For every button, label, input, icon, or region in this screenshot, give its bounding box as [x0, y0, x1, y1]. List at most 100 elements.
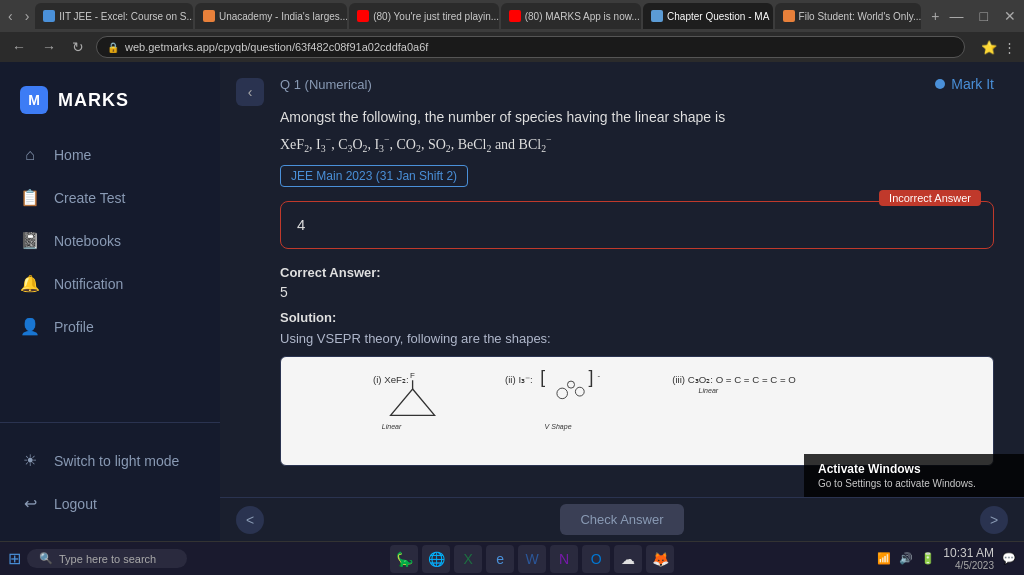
question-header: Q 1 (Numerical) Mark It: [280, 76, 994, 92]
forward-browser-btn[interactable]: ›: [21, 6, 34, 26]
main-content: ‹ Q 1 (Numerical) Mark It Amongst the fo…: [220, 62, 1024, 541]
sidebar-item-logout[interactable]: ↩ Logout: [0, 482, 220, 525]
correct-answer-section: Correct Answer: 5: [280, 265, 994, 300]
minimize-btn[interactable]: —: [946, 8, 968, 24]
battery-icon: 🔋: [921, 552, 935, 565]
tab-favicon-filo: [783, 10, 795, 22]
sidebar-item-notebooks[interactable]: 📓 Notebooks: [0, 219, 220, 262]
sidebar-item-switch-light[interactable]: ☀ Switch to light mode: [0, 439, 220, 482]
taskbar-app-chrome[interactable]: 🌐: [422, 545, 450, 573]
search-icon: 🔍: [39, 552, 53, 565]
solution-diagram: (i) XeF₂: F Linear (ii) I₃⁻: [ ] - V Sha…: [291, 367, 983, 455]
notification-icon: 🔔: [20, 274, 40, 293]
taskbar-app-edge[interactable]: e: [486, 545, 514, 573]
back-browser-btn[interactable]: ‹: [4, 6, 17, 26]
notebooks-icon: 📓: [20, 231, 40, 250]
sidebar-item-notification[interactable]: 🔔 Notification: [0, 262, 220, 305]
answer-box: Incorrect Answer 4: [280, 201, 994, 249]
logo-text: MARKS: [58, 90, 129, 111]
svg-text:Linear: Linear: [699, 387, 719, 394]
taskbar-app-dino[interactable]: 🦕: [390, 545, 418, 573]
sidebar-item-create-test[interactable]: 📋 Create Test: [0, 176, 220, 219]
sidebar-label-profile: Profile: [54, 319, 94, 335]
taskbar-app-onenote[interactable]: N: [550, 545, 578, 573]
tab-label-yt1: (80) You're just tired playin...: [373, 11, 498, 22]
taskbar-search[interactable]: 🔍 Type here to search: [27, 549, 187, 568]
svg-text:-: -: [597, 370, 600, 379]
taskbar-app-excel[interactable]: X: [454, 545, 482, 573]
svg-text:]: ]: [589, 367, 594, 387]
svg-marker-1: [391, 389, 435, 415]
tab-favicon-chapter: [651, 10, 663, 22]
prev-arrow[interactable]: <: [236, 506, 264, 534]
more-tools-icon[interactable]: ⋮: [1003, 40, 1016, 55]
solution-label: Solution:: [280, 310, 994, 325]
forward-nav-btn[interactable]: →: [38, 37, 60, 57]
svg-point-7: [557, 388, 568, 399]
mark-it-label: Mark It: [951, 76, 994, 92]
profile-icon: 👤: [20, 317, 40, 336]
taskbar-app-onedrive[interactable]: ☁: [614, 545, 642, 573]
taskbar-time: 10:31 AM: [943, 546, 994, 560]
next-arrow[interactable]: >: [980, 506, 1008, 534]
tab-unacademy[interactable]: Unacademy - India's larges... ✕: [195, 3, 347, 29]
taskbar: ⊞ 🔍 Type here to search 🦕 🌐 X e W N O ☁ …: [0, 541, 1024, 575]
tab-iit[interactable]: IIT JEE - Excel: Course on S... ✕: [35, 3, 193, 29]
question-number: Q 1 (Numerical): [280, 77, 372, 92]
taskbar-app-firefox[interactable]: 🦊: [646, 545, 674, 573]
tab-label-chapter: Chapter Question - MA: [667, 11, 769, 22]
maximize-btn[interactable]: □: [976, 8, 992, 24]
question-formula: XeF2, I3−, C3O2, I3−, CO2, SO2, BeCl2 an…: [280, 134, 994, 154]
taskbar-search-text: Type here to search: [59, 553, 156, 565]
solution-image: (i) XeF₂: F Linear (ii) I₃⁻: [ ] - V Sha…: [280, 356, 994, 466]
sidebar-label-home: Home: [54, 147, 91, 163]
activate-title: Activate Windows: [818, 462, 1010, 476]
tab-yt2[interactable]: (80) MARKS App is now... ✕: [501, 3, 641, 29]
browser-actions: ⭐ ⋮: [981, 40, 1016, 55]
back-nav-btn[interactable]: ←: [8, 37, 30, 57]
windows-activate-banner: Activate Windows Go to Settings to activ…: [804, 454, 1024, 497]
svg-text:(ii) I₃⁻:: (ii) I₃⁻:: [505, 374, 533, 385]
sidebar-label-notification: Notification: [54, 276, 123, 292]
sidebar-label-notebooks: Notebooks: [54, 233, 121, 249]
taskbar-clock: 10:31 AM 4/5/2023: [943, 546, 994, 571]
tab-label-unacademy: Unacademy - India's larges...: [219, 11, 347, 22]
tab-favicon-yt2: [509, 10, 521, 22]
taskbar-app-outlook[interactable]: O: [582, 545, 610, 573]
reload-btn[interactable]: ↻: [68, 37, 88, 57]
tab-yt1[interactable]: (80) You're just tired playin... ✕: [349, 3, 498, 29]
correct-answer-label: Correct Answer:: [280, 265, 994, 280]
tab-filo[interactable]: Filo Student: World's Only... ✕: [775, 3, 922, 29]
sidebar-item-home[interactable]: ⌂ Home: [0, 134, 220, 176]
sidebar: M MARKS ⌂ Home 📋 Create Test 📓 Notebooks…: [0, 62, 220, 541]
windows-start-icon[interactable]: ⊞: [8, 549, 21, 568]
mark-it-dot-icon: [935, 79, 945, 89]
svg-text:V Shape: V Shape: [545, 422, 572, 430]
extensions-icon[interactable]: ⭐: [981, 40, 997, 55]
back-button[interactable]: ‹: [236, 78, 264, 106]
close-window-btn[interactable]: ✕: [1000, 8, 1020, 24]
svg-point-9: [575, 387, 584, 396]
logo-icon: M: [20, 86, 48, 114]
user-answer: 4: [297, 216, 305, 233]
svg-point-8: [567, 381, 574, 388]
svg-text:F: F: [410, 370, 415, 379]
svg-text:[: [: [540, 367, 545, 387]
sidebar-item-profile[interactable]: 👤 Profile: [0, 305, 220, 348]
taskbar-app-word[interactable]: W: [518, 545, 546, 573]
notification-tray-icon[interactable]: 💬: [1002, 552, 1016, 565]
sidebar-nav: ⌂ Home 📋 Create Test 📓 Notebooks 🔔 Notif…: [0, 134, 220, 422]
incorrect-label: Incorrect Answer: [879, 190, 981, 206]
url-bar[interactable]: 🔒 web.getmarks.app/cpyqb/question/63f482…: [96, 36, 965, 58]
sidebar-logo: M MARKS: [0, 78, 220, 134]
taskbar-date: 4/5/2023: [943, 560, 994, 571]
tab-favicon-unacademy: [203, 10, 215, 22]
mark-it-button[interactable]: Mark It: [935, 76, 994, 92]
tab-chapter[interactable]: Chapter Question - MA ✕: [643, 3, 773, 29]
new-tab-btn[interactable]: +: [927, 6, 943, 26]
sidebar-label-switch-light: Switch to light mode: [54, 453, 179, 469]
tab-label-filo: Filo Student: World's Only...: [799, 11, 922, 22]
bottom-nav: < Check Answer >: [220, 497, 1024, 541]
tab-favicon-iit: [43, 10, 55, 22]
check-answer-button[interactable]: Check Answer: [560, 504, 683, 535]
